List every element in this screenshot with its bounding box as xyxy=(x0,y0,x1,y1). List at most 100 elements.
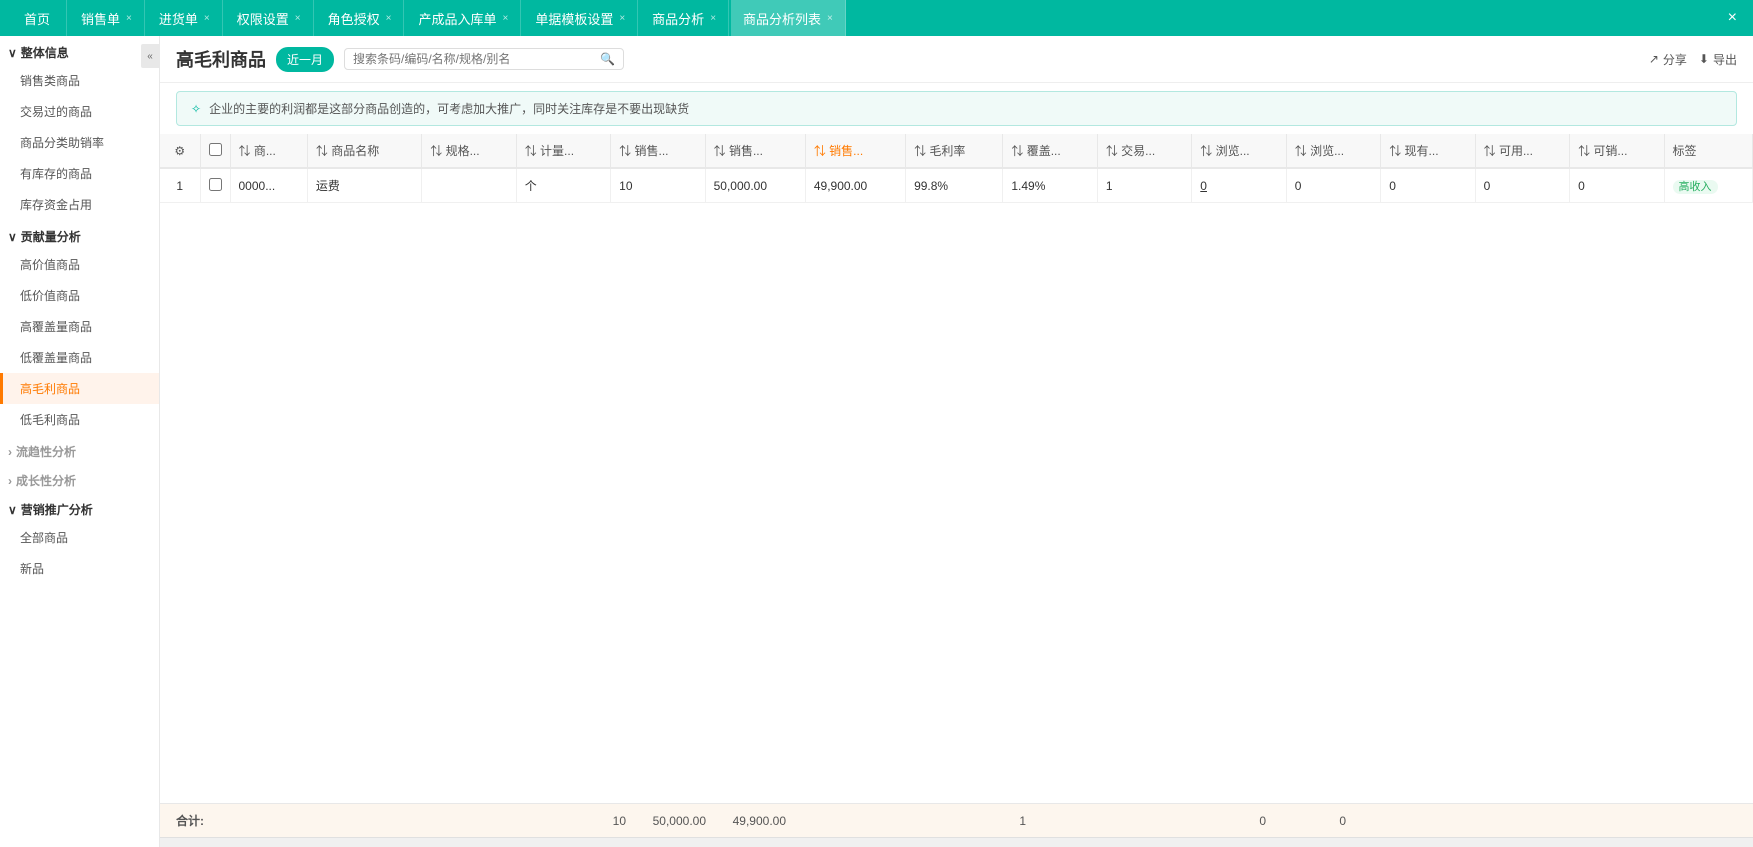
footer-transaction: 1 xyxy=(954,814,1034,828)
th-settings[interactable]: ⚙ xyxy=(160,134,200,168)
trend-expand-icon: › xyxy=(8,445,12,459)
nav-tab-sales[interactable]: 销售单 × xyxy=(69,0,145,36)
sidebar-group-marketing[interactable]: ∨ 营销推广分析 xyxy=(0,493,159,522)
th-coverage[interactable]: ⇅ 覆盖... xyxy=(1003,134,1097,168)
th-name[interactable]: ⇅ 商品名称 xyxy=(307,134,421,168)
th-sales-profit-label: ⇅ 销售... xyxy=(814,144,863,158)
sidebar-group-contribution[interactable]: ∨ 贡献量分析 xyxy=(0,220,159,249)
nav-tab-product-inbound[interactable]: 产成品入库单 × xyxy=(406,0,521,36)
sidebar-item-sales-goods[interactable]: 销售类商品 xyxy=(0,65,159,96)
nav-home[interactable]: 首页 xyxy=(8,0,67,36)
th-transaction[interactable]: ⇅ 交易... xyxy=(1097,134,1191,168)
nav-tab-permissions[interactable]: 权限设置 × xyxy=(225,0,314,36)
close-icon-purchase[interactable]: × xyxy=(204,13,210,24)
th-name-label: ⇅ 商品名称 xyxy=(316,144,379,158)
sidebar-item-low-value[interactable]: 低价值商品 xyxy=(0,280,159,311)
sidebar-item-category-rate[interactable]: 商品分类助销率 xyxy=(0,127,159,158)
sidebar-item-low-margin[interactable]: 低毛利商品 xyxy=(0,404,159,435)
page-title: 高毛利商品 xyxy=(176,46,266,72)
th-available[interactable]: ⇅ 可用... xyxy=(1475,134,1569,168)
th-sellable-label: ⇅ 可销... xyxy=(1578,144,1627,158)
th-spec[interactable]: ⇅ 规格... xyxy=(422,134,516,168)
window-close-button[interactable]: × xyxy=(1720,9,1745,27)
th-sales-qty-label: ⇅ 销售... xyxy=(619,144,668,158)
th-tag[interactable]: 标签 xyxy=(1664,134,1752,168)
th-current-stock-label: ⇅ 现有... xyxy=(1389,144,1438,158)
footer-values: 10 50,000.00 49,900.00 1 0 0 xyxy=(224,814,1737,828)
nav-tab-roles[interactable]: 角色授权 × xyxy=(316,0,405,36)
horizontal-scrollbar[interactable] xyxy=(160,837,1753,847)
sidebar-item-all-goods[interactable]: 全部商品 xyxy=(0,522,159,553)
sidebar-item-low-coverage[interactable]: 低覆盖量商品 xyxy=(0,342,159,373)
sidebar-item-stock-capital[interactable]: 库存资金占用 xyxy=(0,189,159,220)
row-name: 运费 xyxy=(307,168,421,203)
th-current-stock[interactable]: ⇅ 现有... xyxy=(1381,134,1475,168)
share-button[interactable]: ↗ 分享 xyxy=(1649,51,1687,68)
th-sales-qty[interactable]: ⇅ 销售... xyxy=(611,134,705,168)
tab-label-template: 单据模板设置 xyxy=(535,9,613,28)
search-box: 🔍 xyxy=(344,48,624,70)
close-icon-sales[interactable]: × xyxy=(126,13,132,24)
content-header: 高毛利商品 近一月 🔍 ↗ 分享 ⬇ 导出 xyxy=(160,36,1753,83)
select-all-checkbox[interactable] xyxy=(209,143,222,156)
nav-tab-purchase[interactable]: 进货单 × xyxy=(147,0,223,36)
search-input[interactable] xyxy=(353,52,596,66)
sidebar-item-high-margin[interactable]: 高毛利商品 xyxy=(0,373,159,404)
footer-sales-profit: 49,900.00 xyxy=(714,814,794,828)
th-check[interactable] xyxy=(200,134,230,168)
close-icon-product-analysis-list[interactable]: × xyxy=(827,13,833,24)
footer-available: 0 xyxy=(1274,814,1354,828)
sidebar-item-high-value[interactable]: 高价值商品 xyxy=(0,249,159,280)
growth-group-label: 成长性分析 xyxy=(16,472,76,489)
sidebar-collapse-button[interactable]: « xyxy=(141,44,159,68)
th-browse2[interactable]: ⇅ 浏览... xyxy=(1286,134,1380,168)
nav-tab-product-analysis[interactable]: 商品分析 × xyxy=(640,0,729,36)
nav-tab-product-analysis-list[interactable]: 商品分析列表 × xyxy=(731,0,846,36)
sidebar-group-overall[interactable]: ∨ 整体信息 xyxy=(0,36,159,65)
th-spec-label: ⇅ 规格... xyxy=(430,144,479,158)
search-icon[interactable]: 🔍 xyxy=(600,52,615,66)
row-transaction: 1 xyxy=(1097,168,1191,203)
th-browse1[interactable]: ⇅ 浏览... xyxy=(1192,134,1286,168)
footer-coverage xyxy=(874,814,954,828)
row-browse1[interactable]: 0 xyxy=(1192,168,1286,203)
content-area: 高毛利商品 近一月 🔍 ↗ 分享 ⬇ 导出 ✧ 企业的主要的利润都是这部分商品创… xyxy=(160,36,1753,847)
overall-expand-icon: ∨ xyxy=(8,46,17,60)
sidebar-item-new-goods[interactable]: 新品 xyxy=(0,553,159,584)
close-icon-template[interactable]: × xyxy=(619,13,625,24)
close-icon-product-analysis[interactable]: × xyxy=(710,13,716,24)
sidebar-item-high-coverage[interactable]: 高覆盖量商品 xyxy=(0,311,159,342)
sidebar-group-trend[interactable]: › 流趋性分析 xyxy=(0,435,159,464)
close-icon-permissions[interactable]: × xyxy=(295,13,301,24)
th-browse1-label: ⇅ 浏览... xyxy=(1200,144,1249,158)
tab-label-product-inbound: 产成品入库单 xyxy=(418,9,496,28)
row-checkbox[interactable] xyxy=(209,178,222,191)
sidebar: « ∨ 整体信息 销售类商品 交易过的商品 商品分类助销率 有库存的商品 库存资… xyxy=(0,36,160,847)
nav-tab-template[interactable]: 单据模板设置 × xyxy=(523,0,638,36)
share-icon: ↗ xyxy=(1649,52,1659,66)
contribution-expand-icon: ∨ xyxy=(8,230,17,244)
th-gross-rate[interactable]: ⇅ 毛利率 xyxy=(906,134,1003,168)
top-nav: 首页 销售单 × 进货单 × 权限设置 × 角色授权 × 产成品入库单 × 单据… xyxy=(0,0,1753,36)
row-code: 0000... xyxy=(230,168,307,203)
sidebar-group-growth[interactable]: › 成长性分析 xyxy=(0,464,159,493)
sidebar-item-traded-goods[interactable]: 交易过的商品 xyxy=(0,96,159,127)
sidebar-item-stocked-goods[interactable]: 有库存的商品 xyxy=(0,158,159,189)
row-sales-profit: 49,900.00 xyxy=(805,168,905,203)
th-browse2-label: ⇅ 浏览... xyxy=(1295,144,1344,158)
row-check[interactable] xyxy=(200,168,230,203)
th-sellable[interactable]: ⇅ 可销... xyxy=(1570,134,1664,168)
tab-label-purchase: 进货单 xyxy=(159,9,198,28)
th-sales-profit[interactable]: ⇅ 销售... xyxy=(805,134,905,168)
th-code[interactable]: ⇅ 商... xyxy=(230,134,307,168)
home-label: 首页 xyxy=(24,9,50,28)
export-button[interactable]: ⬇ 导出 xyxy=(1699,51,1737,68)
row-unit: 个 xyxy=(516,168,610,203)
close-icon-roles[interactable]: × xyxy=(386,13,392,24)
th-sales-amount[interactable]: ⇅ 销售... xyxy=(705,134,805,168)
footer-sellable xyxy=(1354,814,1434,828)
export-icon: ⬇ xyxy=(1699,52,1709,66)
close-icon-product-inbound[interactable]: × xyxy=(502,13,508,24)
filter-recent-month[interactable]: 近一月 xyxy=(276,47,334,72)
th-unit[interactable]: ⇅ 计量... xyxy=(516,134,610,168)
